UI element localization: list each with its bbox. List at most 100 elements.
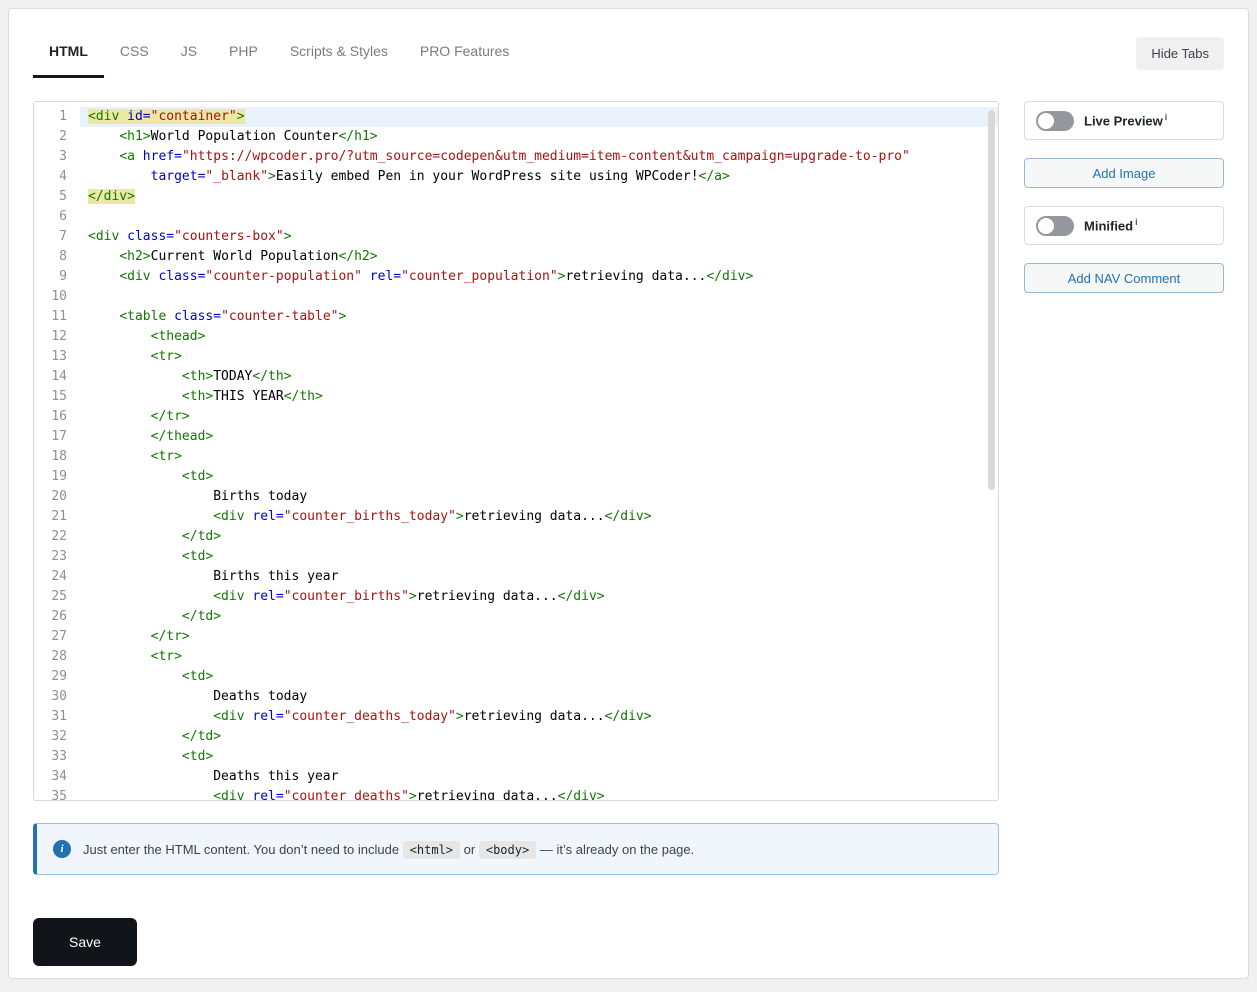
- code-line[interactable]: 15 <th>THIS YEAR</th>: [34, 387, 998, 407]
- minified-toggle[interactable]: [1036, 215, 1074, 236]
- live-preview-widget: Live Preview i: [1024, 101, 1224, 140]
- code-line[interactable]: 1 <div id="container">: [34, 107, 998, 127]
- line-number: 21: [51, 509, 67, 524]
- code-text: <tr>: [150, 649, 182, 664]
- code-line[interactable]: 22 </td>: [34, 527, 998, 547]
- code-line[interactable]: 35 <div rel="counter_deaths">retrieving …: [34, 787, 998, 801]
- code-line[interactable]: 13 <tr>: [34, 347, 998, 367]
- line-number: 24: [51, 569, 67, 584]
- code-line[interactable]: 33 <td>: [34, 747, 998, 767]
- code-editor[interactable]: 1 <div id="container"> 2 <h1>World Populat…: [33, 101, 999, 801]
- live-preview-info-icon: i: [1164, 112, 1168, 123]
- code-text: <tr>: [150, 349, 182, 364]
- code-line[interactable]: 21 <div rel="counter_births_today">retri…: [34, 507, 998, 527]
- code-text: <h2>Current World Population</h2>: [119, 249, 378, 264]
- line-number: 35: [51, 789, 67, 801]
- code-text: <div rel="counter_deaths_today">retrievi…: [213, 709, 652, 724]
- code-line[interactable]: 4 target="_blank">Easily embed Pen in yo…: [34, 167, 998, 187]
- line-number: 29: [51, 669, 67, 684]
- code-line[interactable]: 27 </tr>: [34, 627, 998, 647]
- line-number: 27: [51, 629, 67, 644]
- line-number: 25: [51, 589, 67, 604]
- tab-css[interactable]: CSS: [104, 37, 165, 75]
- sidebar: Live Preview i Add Image Minified i Add NA…: [1024, 101, 1224, 966]
- code-line[interactable]: 11 <table class="counter-table">: [34, 307, 998, 327]
- code-text: Deaths today: [88, 689, 308, 704]
- code-text: </td>: [181, 729, 222, 744]
- code-line[interactable]: 30 Deaths today: [34, 687, 998, 707]
- line-number: 14: [51, 369, 67, 384]
- line-number: 11: [51, 309, 67, 324]
- code-line[interactable]: 8 <h2>Current World Population</h2>: [34, 247, 998, 267]
- tab-js[interactable]: JS: [165, 37, 213, 75]
- notice-text-fragment: — it’s already on the page.: [539, 841, 695, 857]
- code-line[interactable]: 18 <tr>: [34, 447, 998, 467]
- live-preview-toggle[interactable]: [1036, 110, 1074, 131]
- line-number: 6: [59, 209, 67, 224]
- line-number: 31: [51, 709, 67, 724]
- add-nav-comment-button[interactable]: Add NAV Comment: [1024, 263, 1224, 293]
- code-line[interactable]: 26 </td>: [34, 607, 998, 627]
- line-number: 1: [59, 109, 67, 124]
- code-line[interactable]: 28 <tr>: [34, 647, 998, 667]
- code-text: Deaths this year: [88, 769, 339, 784]
- editor-scrollbar[interactable]: [988, 110, 995, 490]
- wpcoder-panel: HTML CSS JS PHP Scripts & Styles PRO Fea…: [8, 8, 1249, 979]
- code-line[interactable]: 34 Deaths this year: [34, 767, 998, 787]
- code-line[interactable]: 5 </div>: [34, 187, 998, 207]
- code-line[interactable]: 19 <td>: [34, 467, 998, 487]
- code-text: <th>THIS YEAR</th>: [181, 389, 323, 404]
- tabs-bar: HTML CSS JS PHP Scripts & Styles PRO Fea…: [9, 9, 1248, 101]
- code-line[interactable]: 10: [34, 287, 998, 307]
- save-button[interactable]: Save: [33, 918, 137, 966]
- notice-text: Just enter the HTML content. You don’t n…: [83, 840, 695, 859]
- code-editor-lines: 1 <div id="container"> 2 <h1>World Populat…: [34, 107, 998, 801]
- code-line[interactable]: 7 <div class="counters-box">: [34, 227, 998, 247]
- line-number: 32: [51, 729, 67, 744]
- code-line[interactable]: 24 Births this year: [34, 567, 998, 587]
- line-number: 28: [51, 649, 67, 664]
- code-line[interactable]: 6: [34, 207, 998, 227]
- line-number: 8: [59, 249, 67, 264]
- code-text: <table class="counter-table">: [119, 309, 347, 324]
- notice-text-fragment: or: [463, 841, 476, 857]
- code-line[interactable]: 2 <h1>World Population Counter</h1>: [34, 127, 998, 147]
- code-text: <div rel="counter_births">retrieving dat…: [213, 589, 605, 604]
- info-notice: i Just enter the HTML content. You don’t…: [33, 823, 999, 875]
- code-line[interactable]: 23 <td>: [34, 547, 998, 567]
- code-line[interactable]: 29 <td>: [34, 667, 998, 687]
- code-line[interactable]: 32 </td>: [34, 727, 998, 747]
- line-number: 18: [51, 449, 67, 464]
- code-line[interactable]: 3 <a href="https://wpcoder.pro/?utm_sour…: [34, 147, 998, 167]
- html-tag-chip: <html>: [402, 840, 461, 859]
- code-text: </div>: [88, 189, 135, 204]
- code-text: <td>: [181, 549, 214, 564]
- code-text: <div rel="counter_births_today">retrievi…: [213, 509, 652, 524]
- hide-tabs-button[interactable]: Hide Tabs: [1136, 37, 1224, 70]
- code-text: </td>: [181, 609, 222, 624]
- code-text: <td>: [181, 669, 214, 684]
- code-line[interactable]: 20 Births today: [34, 487, 998, 507]
- code-text: </td>: [181, 529, 222, 544]
- tab-scripts-styles[interactable]: Scripts & Styles: [274, 37, 404, 75]
- code-line[interactable]: 25 <div rel="counter_births">retrieving …: [34, 587, 998, 607]
- line-number: 16: [51, 409, 67, 424]
- line-number: 2: [59, 129, 67, 144]
- tab-pro-features[interactable]: PRO Features: [404, 37, 525, 75]
- line-number: 30: [51, 689, 67, 704]
- add-image-button[interactable]: Add Image: [1024, 158, 1224, 188]
- code-line[interactable]: 16 </tr>: [34, 407, 998, 427]
- code-line[interactable]: 14 <th>TODAY</th>: [34, 367, 998, 387]
- tab-html[interactable]: HTML: [33, 37, 104, 78]
- code-line[interactable]: 9 <div class="counter-population" rel="c…: [34, 267, 998, 287]
- tab-php[interactable]: PHP: [213, 37, 274, 75]
- code-text: </tr>: [150, 409, 190, 424]
- code-line[interactable]: 12 <thead>: [34, 327, 998, 347]
- code-text: Births this year: [88, 569, 339, 584]
- code-text: <div class="counter-population" rel="cou…: [119, 269, 754, 284]
- code-line[interactable]: 31 <div rel="counter_deaths_today">retri…: [34, 707, 998, 727]
- line-number: 4: [59, 169, 67, 184]
- minified-label: Minified i: [1084, 217, 1138, 234]
- line-number: 15: [51, 389, 67, 404]
- code-line[interactable]: 17 </thead>: [34, 427, 998, 447]
